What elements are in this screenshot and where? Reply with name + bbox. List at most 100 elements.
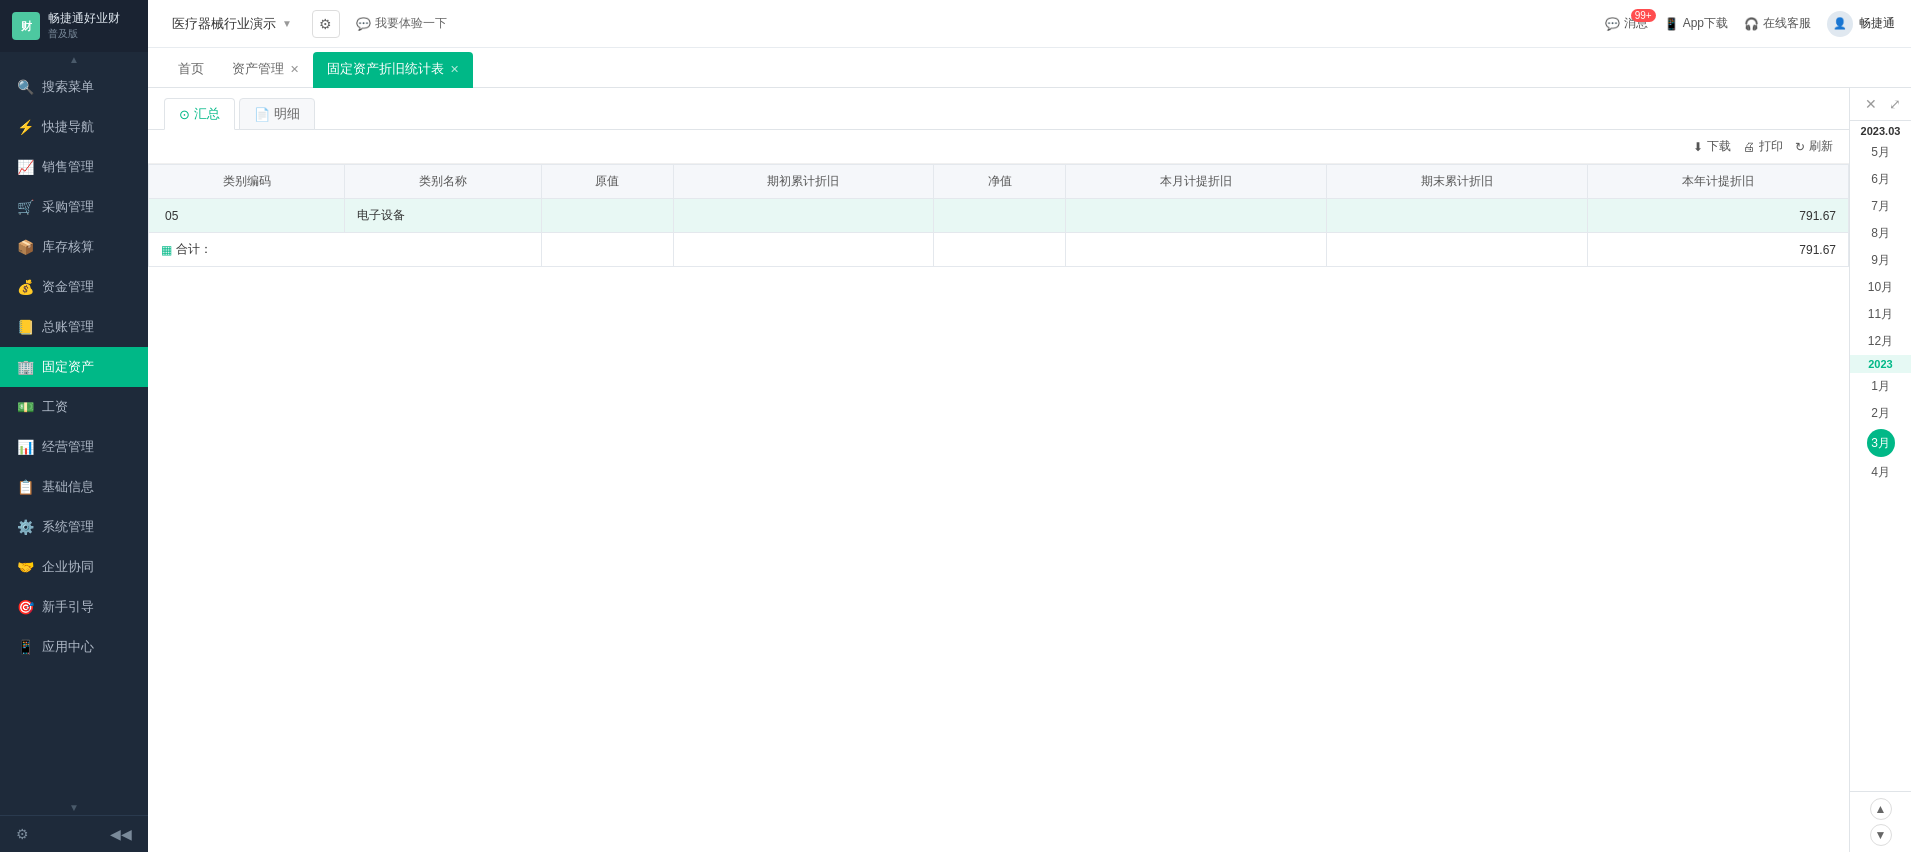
summary-icon: ⊙ [179,107,190,122]
sidebar-item-purchase[interactable]: 🛒 采购管理 [0,187,148,227]
tab-close-icon[interactable]: ✕ [290,63,299,76]
date-month-7[interactable]: 7月 [1850,193,1911,220]
fixed-assets-icon: 🏢 [16,359,34,375]
app-download-icon: 📱 [1664,17,1679,31]
col-monthly: 本月计提折旧 [1066,165,1327,199]
topbar: 医疗器械行业演示 ▼ ⚙ 💬 我要体验一下 💬 消息 99+ 📱 App下载 🎧… [148,0,1911,48]
guide-icon: 🎯 [16,599,34,615]
sidebar-settings-icon[interactable]: ⚙ [16,826,29,842]
tab-home[interactable]: 首页 [164,52,218,88]
date-month-5[interactable]: 5月 [1850,139,1911,166]
sidebar-nav: 🔍 搜索菜单 ⚡ 快捷导航 📈 销售管理 🛒 采购管理 📦 库存核算 💰 资金管… [0,67,148,800]
panel-up-icon[interactable]: ▲ [1870,798,1892,820]
quick-nav-icon: ⚡ [16,119,34,135]
date-panel-year-label: 2023.03 [1850,121,1911,139]
avatar: 👤 [1827,11,1853,37]
sidebar-item-label: 固定资产 [42,358,94,376]
sidebar-item-label: 资金管理 [42,278,94,296]
topbar-settings-button[interactable]: ⚙ [312,10,340,38]
sidebar-item-app-center[interactable]: 📱 应用中心 [0,627,148,667]
sidebar-item-label: 库存核算 [42,238,94,256]
total-annual: 791.67 [1588,233,1849,267]
table-total-row: ▦ 合计： 791.67 [149,233,1849,267]
total-label: 合计： [176,241,212,258]
download-icon: ⬇ [1693,140,1703,154]
app-logo: 财 畅捷通好业财 普及版 [0,0,148,52]
sidebar-scroll-up[interactable]: ▲ [69,54,79,65]
sidebar-item-enterprise[interactable]: 🤝 企业协同 [0,547,148,587]
sub-tab-summary[interactable]: ⊙ 汇总 [164,98,235,130]
cell-initial-accum [673,199,934,233]
settings-icon: ⚙ [319,16,332,32]
sidebar-scroll-down[interactable]: ▼ [69,802,79,813]
experience-button[interactable]: 💬 我要体验一下 [356,15,447,32]
date-month-2023-1[interactable]: 1月 [1850,373,1911,400]
sidebar-item-label: 总账管理 [42,318,94,336]
panel-close-button[interactable]: ✕ [1861,94,1881,114]
sidebar-item-fixed-assets[interactable]: 🏢 固定资产 [0,347,148,387]
col-original: 原值 [541,165,673,199]
date-month-10[interactable]: 10月 [1850,274,1911,301]
sales-icon: 📈 [16,159,34,175]
total-label-cell: ▦ 合计： [149,233,542,267]
date-month-8[interactable]: 8月 [1850,220,1911,247]
sub-tab-detail[interactable]: 📄 明细 [239,98,315,130]
customer-service-button[interactable]: 🎧 在线客服 [1744,15,1811,32]
panel-expand-button[interactable]: ⤢ [1885,94,1905,114]
username: 畅捷通 [1859,15,1895,32]
table-wrap: 类别编码 类别名称 原值 期初累计折旧 净值 本月计提折旧 期末累计折旧 本年计… [148,164,1849,852]
col-code: 类别编码 [149,165,345,199]
tab-label: 首页 [178,60,204,78]
sidebar-item-quick-nav[interactable]: ⚡ 快捷导航 [0,107,148,147]
sidebar-item-sales[interactable]: 📈 销售管理 [0,147,148,187]
total-monthly [1066,233,1327,267]
sidebar-item-fund[interactable]: 💰 资金管理 [0,267,148,307]
date-month-2023-4[interactable]: 4月 [1850,459,1911,486]
cell-monthly [1066,199,1327,233]
date-month-11[interactable]: 11月 [1850,301,1911,328]
sidebar-item-payroll[interactable]: 💵 工资 [0,387,148,427]
total-period-end [1327,233,1588,267]
message-button[interactable]: 💬 消息 99+ [1605,15,1648,32]
sidebar-bottom: ⚙ ◀◀ [0,815,148,852]
sidebar-item-label: 销售管理 [42,158,94,176]
date-month-2023-3[interactable]: 3月 [1867,429,1895,457]
refresh-button[interactable]: ↻ 刷新 [1795,138,1833,155]
basic-info-icon: 📋 [16,479,34,495]
date-month-12[interactable]: 12月 [1850,328,1911,355]
date-scroll-area[interactable]: 5月 6月 7月 8月 9月 10月 11月 12月 2023 1月 2月 3月… [1850,139,1911,791]
app-download-button[interactable]: 📱 App下载 [1664,15,1728,32]
refresh-label: 刷新 [1809,138,1833,155]
sidebar-item-label: 应用中心 [42,638,94,656]
sidebar-item-guide[interactable]: 🎯 新手引导 [0,587,148,627]
expand-icon: ▦ [161,243,172,257]
sidebar-item-ledger[interactable]: 📒 总账管理 [0,307,148,347]
sidebar-collapse-icon[interactable]: ◀◀ [110,826,132,842]
date-month-6[interactable]: 6月 [1850,166,1911,193]
sidebar-item-system[interactable]: ⚙️ 系统管理 [0,507,148,547]
sidebar-item-operations[interactable]: 📊 经营管理 [0,427,148,467]
panel-header: ✕ ⤢ [1850,88,1911,121]
col-annual: 本年计提折旧 [1588,165,1849,199]
tab-close-icon[interactable]: ✕ [450,63,459,76]
refresh-icon: ↻ [1795,140,1805,154]
page-main: ⊙ 汇总 📄 明细 ⬇ 下载 🖨 打印 ↻ [148,88,1849,852]
download-button[interactable]: ⬇ 下载 [1693,138,1731,155]
tab-fixed-asset-depreciation[interactable]: 固定资产折旧统计表 ✕ [313,52,473,88]
print-button[interactable]: 🖨 打印 [1743,138,1783,155]
date-month-9[interactable]: 9月 [1850,247,1911,274]
customer-service-label: 在线客服 [1763,15,1811,32]
panel-down-icon[interactable]: ▼ [1870,824,1892,846]
total-initial-accum [673,233,934,267]
sidebar-item-inventory[interactable]: 📦 库存核算 [0,227,148,267]
sidebar-item-basic-info[interactable]: 📋 基础信息 [0,467,148,507]
tab-asset-mgmt[interactable]: 资产管理 ✕ [218,52,313,88]
purchase-icon: 🛒 [16,199,34,215]
col-name: 类别名称 [345,165,541,199]
date-month-2023-2[interactable]: 2月 [1850,400,1911,427]
main-content: 医疗器械行业演示 ▼ ⚙ 💬 我要体验一下 💬 消息 99+ 📱 App下载 🎧… [148,0,1911,852]
company-selector[interactable]: 医疗器械行业演示 ▼ [164,11,300,37]
cell-original [541,199,673,233]
print-label: 打印 [1759,138,1783,155]
sidebar-item-search[interactable]: 🔍 搜索菜单 [0,67,148,107]
